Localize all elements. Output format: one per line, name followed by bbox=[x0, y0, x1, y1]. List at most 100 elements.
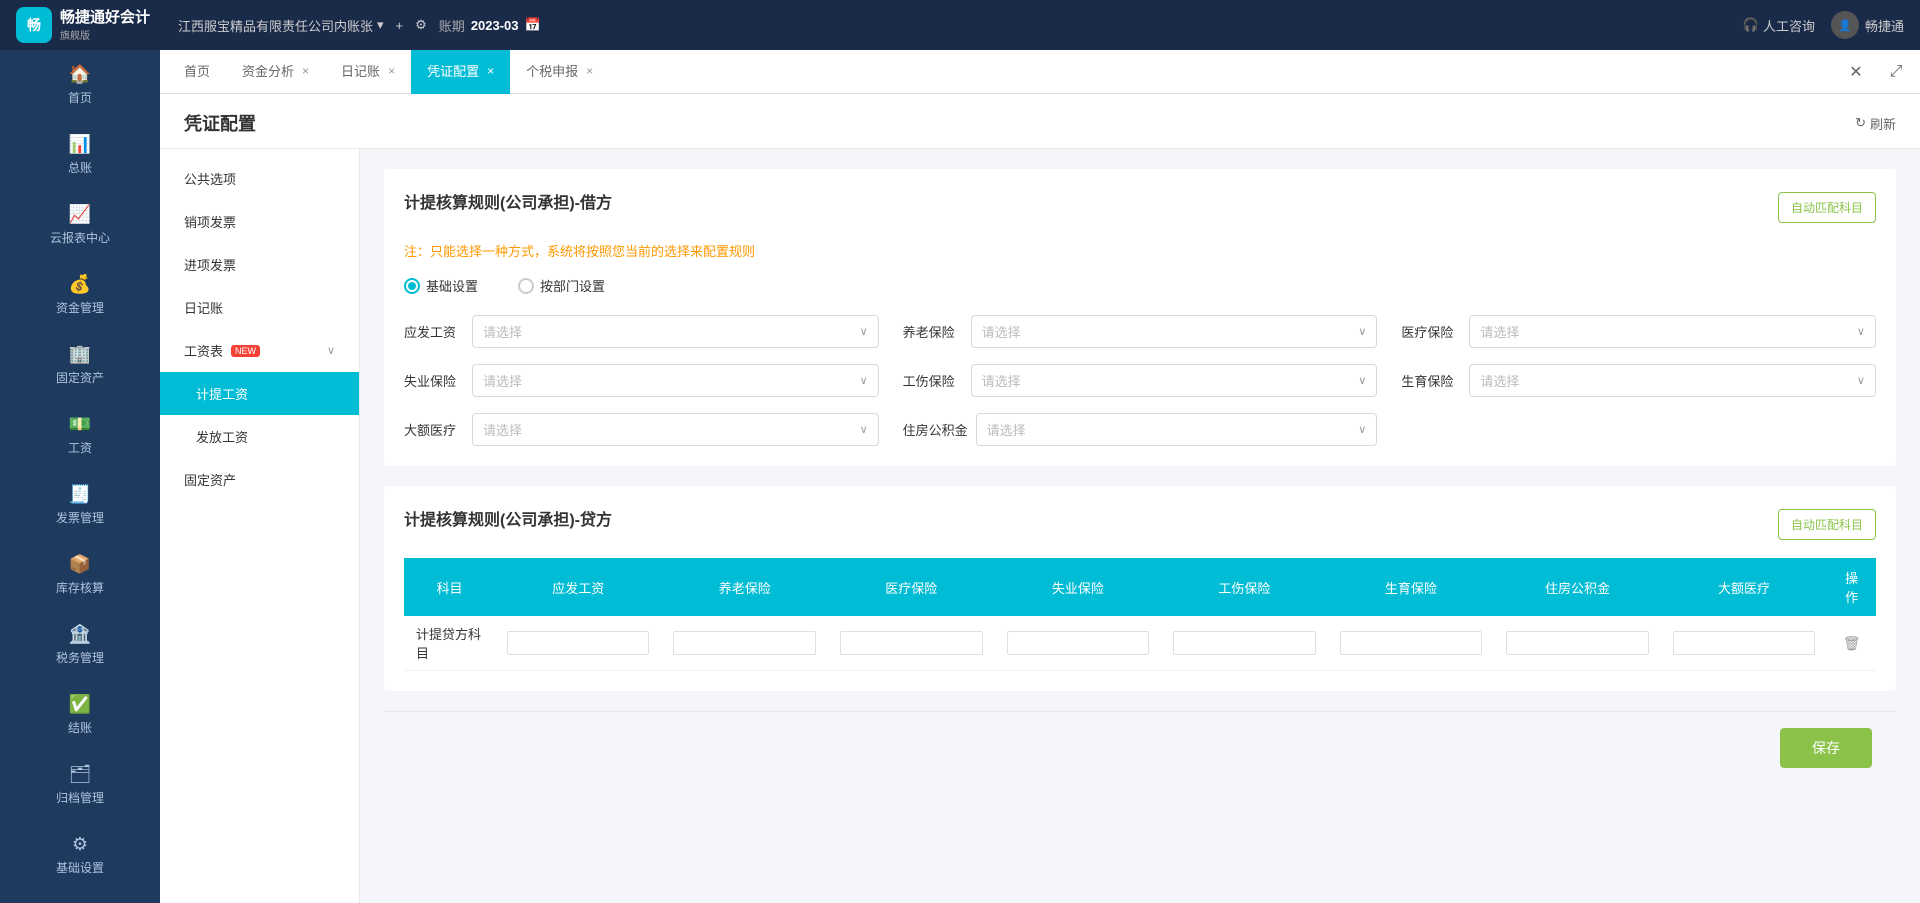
left-nav-pay-salary[interactable]: 发放工资 bbox=[160, 415, 359, 458]
input-housing[interactable] bbox=[1506, 631, 1649, 655]
sidebar-item-close[interactable]: ✅ 结账 bbox=[0, 680, 160, 750]
funds-icon: 💰 bbox=[69, 274, 91, 295]
input-major-medical[interactable] bbox=[1673, 631, 1816, 655]
sidebar-item-invoice[interactable]: 🧾 发票管理 bbox=[0, 470, 160, 540]
tab-voucher-config[interactable]: 凭证配置 × bbox=[411, 50, 510, 94]
input-maternity[interactable] bbox=[1340, 631, 1483, 655]
left-nav-sales-invoice[interactable]: 销项发票 bbox=[160, 200, 359, 243]
td-salary bbox=[495, 616, 662, 671]
th-injury: 工伤保险 bbox=[1161, 558, 1328, 616]
company-selector[interactable]: 江西服宝精品有限责任公司内账张 ▾ bbox=[178, 16, 384, 35]
sidebar-item-tax[interactable]: 🏦 税务管理 bbox=[0, 610, 160, 680]
select-大额医疗[interactable]: 请选择 ∨ bbox=[472, 413, 879, 446]
input-salary[interactable] bbox=[507, 631, 650, 655]
save-footer: 保存 bbox=[384, 711, 1896, 784]
tab-actions: ✕ ⤢ bbox=[1840, 56, 1912, 88]
select-养老保险[interactable]: 请选择 ∨ bbox=[971, 315, 1378, 348]
chevron-down-icon: ∨ bbox=[1358, 374, 1366, 387]
input-unemployment[interactable] bbox=[1007, 631, 1150, 655]
sidebar-item-salary[interactable]: 💵 工资 bbox=[0, 400, 160, 470]
tab-home[interactable]: 首页 bbox=[168, 50, 226, 94]
refresh-button[interactable]: ↻ 刷新 bbox=[1855, 114, 1896, 133]
tab-journal[interactable]: 日记账 × bbox=[325, 50, 411, 94]
td-housing bbox=[1494, 616, 1661, 671]
sidebar-item-archive[interactable]: 🗂 归档管理 bbox=[0, 750, 160, 820]
select-工伤保险[interactable]: 请选择 ∨ bbox=[971, 364, 1378, 397]
field-大额医疗: 大额医疗 请选择 ∨ bbox=[404, 413, 879, 446]
td-delete: 🗑 bbox=[1827, 616, 1876, 671]
chevron-down-icon: ∨ bbox=[1857, 374, 1865, 387]
sidebar-item-funds[interactable]: 💰 资金管理 bbox=[0, 260, 160, 330]
salary-icon: 💵 bbox=[69, 414, 91, 435]
table-row: 计提贷方科目 🗑 bbox=[404, 616, 1876, 671]
user-area[interactable]: 👤 畅捷通 bbox=[1831, 11, 1904, 39]
debit-title: 计提核算规则(公司承担)-借方 bbox=[404, 189, 612, 213]
save-button[interactable]: 保存 bbox=[1780, 728, 1872, 768]
select-住房公积金[interactable]: 请选择 ∨ bbox=[976, 413, 1378, 446]
chevron-down-icon: ∨ bbox=[1857, 325, 1865, 338]
tab-close-funds[interactable]: × bbox=[302, 64, 309, 78]
add-icon[interactable]: + bbox=[396, 18, 404, 33]
sidebar-item-fixed-assets[interactable]: 🏢 固定资产 bbox=[0, 330, 160, 400]
sidebar-item-reports[interactable]: 📈 云报表中心 bbox=[0, 190, 160, 260]
chevron-down-icon: ∨ bbox=[327, 344, 335, 357]
select-失业保险[interactable]: 请选择 ∨ bbox=[472, 364, 879, 397]
th-subject: 科目 bbox=[404, 558, 495, 616]
left-nav-public[interactable]: 公共选项 bbox=[160, 157, 359, 200]
select-生育保险[interactable]: 请选择 ∨ bbox=[1469, 364, 1876, 397]
tab-close-voucher[interactable]: × bbox=[487, 64, 494, 78]
debit-auto-match-button[interactable]: 自动匹配科目 bbox=[1778, 192, 1876, 223]
chevron-down-icon: ∨ bbox=[1358, 325, 1366, 338]
sidebar-item-inventory[interactable]: 📦 库存核算 bbox=[0, 540, 160, 610]
td-row-label: 计提贷方科目 bbox=[404, 616, 495, 671]
radio-basic-dot bbox=[404, 278, 420, 294]
tab-close-tax[interactable]: × bbox=[586, 64, 593, 78]
field-应发工资: 应发工资 请选择 ∨ bbox=[404, 315, 879, 348]
tab-funds[interactable]: 资金分析 × bbox=[226, 50, 325, 94]
tab-bar: 首页 资金分析 × 日记账 × 凭证配置 × 个税申报 × ✕ ⤢ bbox=[160, 50, 1920, 94]
field-医疗保险: 医疗保险 请选择 ∨ bbox=[1401, 315, 1876, 348]
debit-form-grid: 应发工资 请选择 ∨ 养老保险 请选择 ∨ bbox=[404, 315, 1876, 446]
select-应发工资[interactable]: 请选择 ∨ bbox=[472, 315, 879, 348]
tab-tax-declare[interactable]: 个税申报 × bbox=[510, 50, 609, 94]
left-nav-salary-table[interactable]: 工资表 NEW ∨ bbox=[160, 329, 359, 372]
radio-basic[interactable]: 基础设置 bbox=[404, 276, 478, 295]
logo-sub: 旗舰版 bbox=[60, 27, 150, 42]
delete-icon[interactable]: 🗑 bbox=[1843, 635, 1861, 651]
sidebar-item-ledger[interactable]: 📊 总账 bbox=[0, 120, 160, 190]
select-医疗保险[interactable]: 请选择 ∨ bbox=[1469, 315, 1876, 348]
radio-department[interactable]: 按部门设置 bbox=[518, 276, 605, 295]
sidebar-item-settings[interactable]: ⚙ 基础设置 bbox=[0, 820, 160, 890]
left-nav-accrue-salary[interactable]: 计提工资 bbox=[160, 372, 359, 415]
radio-group: 基础设置 按部门设置 bbox=[404, 276, 1876, 295]
credit-section-header: 计提核算规则(公司承担)-贷方 自动匹配科目 bbox=[404, 506, 1876, 542]
top-bar-actions: 🎧 人工咨询 👤 畅捷通 bbox=[1743, 11, 1904, 39]
radio-department-dot bbox=[518, 278, 534, 294]
debit-section: 计提核算规则(公司承担)-借方 自动匹配科目 注：只能选择一种方式，系统将按照您… bbox=[384, 169, 1896, 466]
logo-text: 畅捷通好会计 bbox=[60, 9, 150, 27]
sidebar-item-guide[interactable]: 🎯 新手引导 bbox=[0, 890, 160, 903]
credit-table: 科目 应发工资 养老保险 医疗保险 失业保险 工伤保险 生育保险 住房公积金 大… bbox=[404, 558, 1876, 671]
logo-icon: 畅 bbox=[16, 7, 52, 43]
input-pension[interactable] bbox=[673, 631, 816, 655]
sidebar-item-home[interactable]: 🏠 首页 bbox=[0, 50, 160, 120]
left-nav-journal[interactable]: 日记账 bbox=[160, 286, 359, 329]
input-injury[interactable] bbox=[1173, 631, 1316, 655]
th-unemployment: 失业保险 bbox=[995, 558, 1162, 616]
close-period-icon: ✅ bbox=[69, 694, 91, 715]
avatar: 👤 bbox=[1831, 11, 1859, 39]
input-medical[interactable] bbox=[840, 631, 983, 655]
credit-title: 计提核算规则(公司承担)-贷方 bbox=[404, 506, 612, 530]
left-nav-purchase-invoice[interactable]: 进项发票 bbox=[160, 243, 359, 286]
account-period: 账期 2023-03 📅 bbox=[439, 16, 541, 35]
tab-expand-button[interactable]: ⤢ bbox=[1880, 56, 1912, 88]
chevron-down-icon: ∨ bbox=[860, 374, 868, 387]
calendar-icon[interactable]: 📅 bbox=[525, 17, 541, 33]
left-nav-fixed-assets[interactable]: 固定资产 bbox=[160, 458, 359, 501]
credit-auto-match-button[interactable]: 自动匹配科目 bbox=[1778, 509, 1876, 540]
tab-close-journal[interactable]: × bbox=[388, 64, 395, 78]
service-button[interactable]: 🎧 人工咨询 bbox=[1743, 16, 1815, 35]
tab-close-button[interactable]: ✕ bbox=[1840, 56, 1872, 88]
settings-icon[interactable]: ⚙ bbox=[415, 17, 427, 33]
td-unemployment bbox=[995, 616, 1162, 671]
